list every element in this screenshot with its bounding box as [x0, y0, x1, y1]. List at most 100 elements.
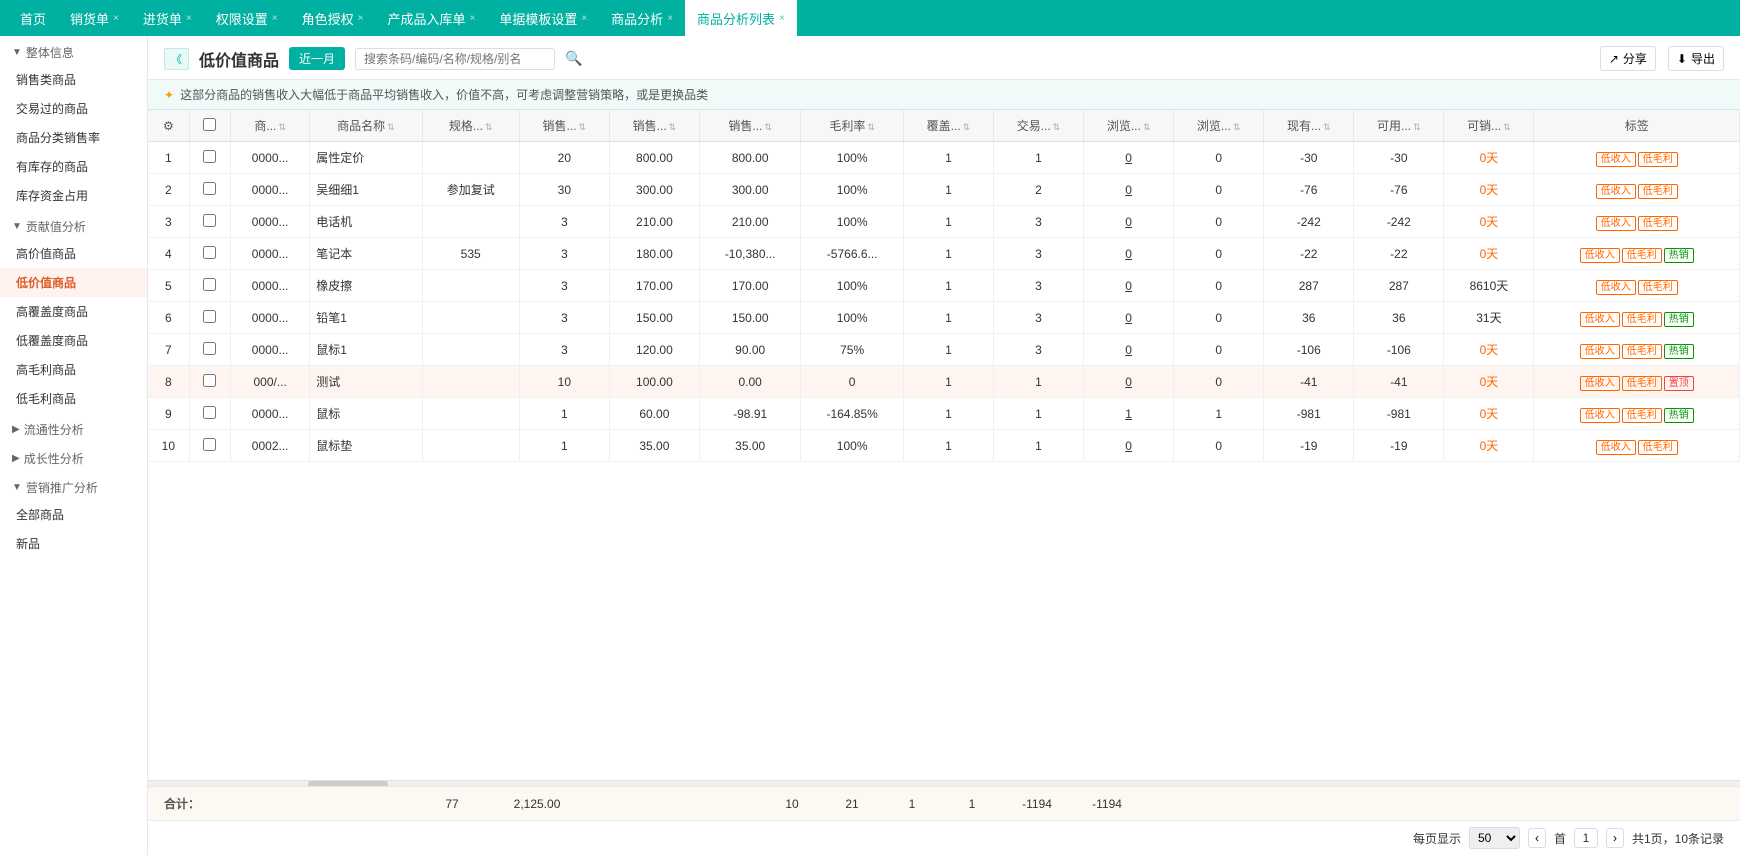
- row-select-checkbox[interactable]: [203, 406, 216, 419]
- sidebar-group-circulation[interactable]: ▶ 流通性分析: [0, 413, 147, 442]
- sidebar-item-sales-goods[interactable]: 销售类商品: [0, 65, 147, 94]
- row-browse2: 0: [1174, 206, 1264, 238]
- th-gross-rate[interactable]: 毛利率⇅: [801, 110, 904, 142]
- sidebar-group-overview[interactable]: ▼ 整体信息: [0, 36, 147, 65]
- row-checkbox[interactable]: [189, 302, 230, 334]
- th-name[interactable]: 商品名称⇅: [310, 110, 422, 142]
- th-stock[interactable]: 现有...⇅: [1264, 110, 1354, 142]
- sidebar-item-new-goods[interactable]: 新品: [0, 529, 147, 558]
- row-browse1[interactable]: 0: [1084, 142, 1174, 174]
- sidebar-item-low-margin[interactable]: 低毛利商品: [0, 384, 147, 413]
- sidebar-item-high-value[interactable]: 高价值商品: [0, 239, 147, 268]
- th-browse2[interactable]: 浏览...⇅: [1174, 110, 1264, 142]
- th-settings[interactable]: ⚙: [148, 110, 189, 142]
- close-icon[interactable]: ×: [186, 13, 192, 24]
- th-sales-qty[interactable]: 销售...⇅: [519, 110, 609, 142]
- row-browse1[interactable]: 0: [1084, 366, 1174, 398]
- search-icon[interactable]: 🔍: [565, 50, 582, 67]
- row-browse1[interactable]: 0: [1084, 238, 1174, 270]
- row-checkbox[interactable]: [189, 174, 230, 206]
- nav-permission[interactable]: 权限设置 ×: [204, 0, 290, 36]
- row-checkbox[interactable]: [189, 142, 230, 174]
- row-select-checkbox[interactable]: [203, 278, 216, 291]
- row-select-checkbox[interactable]: [203, 150, 216, 163]
- nav-template[interactable]: 单据模板设置 ×: [487, 0, 599, 36]
- row-browse1[interactable]: 1: [1084, 398, 1174, 430]
- tag-badge: 低收入: [1596, 280, 1636, 295]
- sidebar-group-growth[interactable]: ▶ 成长性分析: [0, 442, 147, 471]
- row-browse1[interactable]: 0: [1084, 174, 1174, 206]
- close-icon[interactable]: ×: [469, 13, 475, 24]
- th-available[interactable]: 可用...⇅: [1354, 110, 1444, 142]
- row-browse1[interactable]: 0: [1084, 270, 1174, 302]
- th-checkbox[interactable]: [189, 110, 230, 142]
- close-icon[interactable]: ×: [581, 13, 587, 24]
- sidebar-item-stocked-goods[interactable]: 有库存的商品: [0, 152, 147, 181]
- export-icon: ⬇: [1677, 52, 1687, 66]
- export-button[interactable]: ⬇ 导出: [1668, 46, 1724, 71]
- row-select-checkbox[interactable]: [203, 182, 216, 195]
- row-browse1[interactable]: 0: [1084, 302, 1174, 334]
- row-name: 吴细细1: [310, 174, 422, 206]
- sidebar-item-low-coverage[interactable]: 低覆盖度商品: [0, 326, 147, 355]
- th-transactions[interactable]: 交易...⇅: [993, 110, 1083, 142]
- sidebar-item-all-goods[interactable]: 全部商品: [0, 500, 147, 529]
- sidebar-item-stock-fund[interactable]: 库存资金占用: [0, 181, 147, 210]
- nav-purchase[interactable]: 进货单 ×: [131, 0, 204, 36]
- row-checkbox[interactable]: [189, 206, 230, 238]
- th-code[interactable]: 商...⇅: [231, 110, 310, 142]
- nav-role[interactable]: 角色授权 ×: [290, 0, 376, 36]
- row-checkbox[interactable]: [189, 366, 230, 398]
- close-icon[interactable]: ×: [779, 13, 785, 24]
- row-transactions: 3: [993, 270, 1083, 302]
- th-coverage[interactable]: 覆盖...⇅: [903, 110, 993, 142]
- nav-product-analysis-list[interactable]: 商品分析列表 ×: [685, 0, 797, 36]
- nav-product-analysis[interactable]: 商品分析 ×: [599, 0, 685, 36]
- th-browse1[interactable]: 浏览...⇅: [1084, 110, 1174, 142]
- search-input[interactable]: [355, 48, 555, 70]
- row-select-checkbox[interactable]: [203, 246, 216, 259]
- nav-home[interactable]: 首页: [8, 0, 58, 36]
- current-page[interactable]: 1: [1574, 828, 1598, 848]
- sidebar-group-contribution[interactable]: ▼ 贡献值分析: [0, 210, 147, 239]
- collapse-sidebar-button[interactable]: 《: [164, 48, 189, 70]
- row-transactions: 1: [993, 142, 1083, 174]
- row-checkbox[interactable]: [189, 430, 230, 462]
- row-checkbox[interactable]: [189, 398, 230, 430]
- th-sale-days[interactable]: 可销...⇅: [1444, 110, 1534, 142]
- row-select-checkbox[interactable]: [203, 438, 216, 451]
- th-sales-amount1[interactable]: 销售...⇅: [609, 110, 699, 142]
- filter-period-button[interactable]: 近一月: [289, 47, 345, 70]
- row-browse1[interactable]: 0: [1084, 430, 1174, 462]
- next-page-button[interactable]: ›: [1606, 828, 1624, 848]
- sidebar-item-traded-goods[interactable]: 交易过的商品: [0, 94, 147, 123]
- sidebar-group-marketing[interactable]: ▼ 营销推广分析: [0, 471, 147, 500]
- close-icon[interactable]: ×: [272, 13, 278, 24]
- close-icon[interactable]: ×: [667, 13, 673, 24]
- close-icon[interactable]: ×: [358, 13, 364, 24]
- th-spec[interactable]: 规格...⇅: [422, 110, 519, 142]
- row-select-checkbox[interactable]: [203, 374, 216, 387]
- footer-qty: 77: [412, 797, 492, 811]
- nav-production[interactable]: 产成品入库单 ×: [375, 0, 487, 36]
- select-all-checkbox[interactable]: [203, 118, 216, 131]
- share-button[interactable]: ↗ 分享: [1600, 46, 1656, 71]
- row-checkbox[interactable]: [189, 270, 230, 302]
- first-page-button[interactable]: ‹: [1528, 828, 1546, 848]
- close-icon[interactable]: ×: [113, 13, 119, 24]
- page-size-select[interactable]: 50 100 200: [1469, 827, 1520, 849]
- row-browse1[interactable]: 0: [1084, 206, 1174, 238]
- row-checkbox[interactable]: [189, 334, 230, 366]
- sidebar-item-low-value[interactable]: 低价值商品: [0, 268, 147, 297]
- row-select-checkbox[interactable]: [203, 342, 216, 355]
- sidebar-item-category-rate[interactable]: 商品分类销售率: [0, 123, 147, 152]
- row-select-checkbox[interactable]: [203, 214, 216, 227]
- nav-sales[interactable]: 销货单 ×: [58, 0, 131, 36]
- row-spec: [422, 366, 519, 398]
- th-sales-amount2[interactable]: 销售...⇅: [699, 110, 800, 142]
- sidebar-item-high-margin[interactable]: 高毛利商品: [0, 355, 147, 384]
- row-browse1[interactable]: 0: [1084, 334, 1174, 366]
- row-select-checkbox[interactable]: [203, 310, 216, 323]
- sidebar-item-high-coverage[interactable]: 高覆盖度商品: [0, 297, 147, 326]
- row-checkbox[interactable]: [189, 238, 230, 270]
